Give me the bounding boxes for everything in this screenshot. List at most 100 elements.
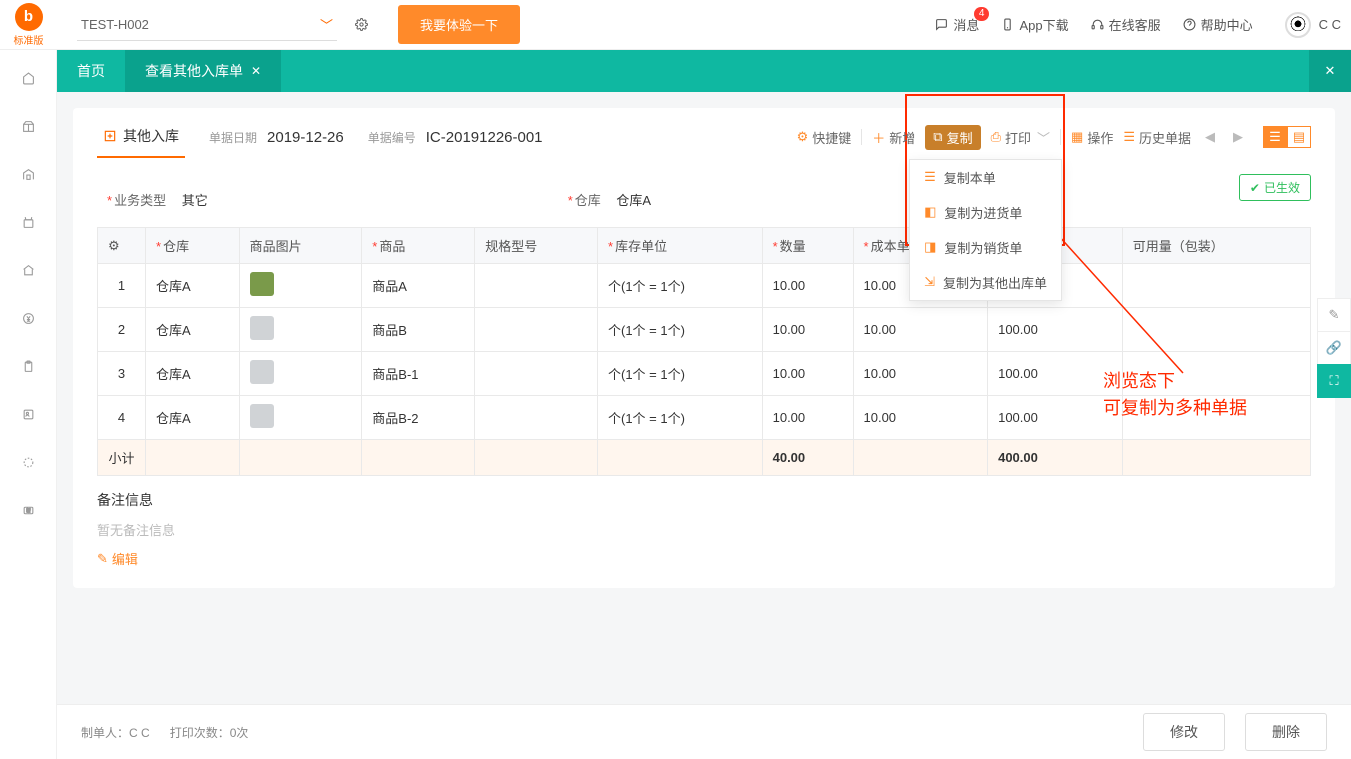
- avatar-icon: [1285, 12, 1311, 38]
- house-icon[interactable]: [18, 260, 38, 280]
- new-icon[interactable]: 新: [18, 500, 38, 520]
- edition-label: 标准版: [14, 32, 44, 47]
- subtotal-amount: 400.00: [988, 440, 1123, 476]
- view-card-button[interactable]: ▤: [1287, 126, 1311, 148]
- row-price: 10.00: [853, 396, 988, 440]
- biz-type-field: *业务类型 其它: [107, 190, 208, 209]
- cycle-icon[interactable]: [18, 452, 38, 472]
- money-icon[interactable]: [18, 308, 38, 328]
- status-badge: ✔ 已生效: [1239, 174, 1311, 201]
- tab-current[interactable]: 查看其他入库单 ✕: [125, 50, 281, 92]
- new-button[interactable]: ＋新增: [872, 128, 915, 147]
- plus-icon: ＋: [872, 128, 885, 147]
- clipboard-icon[interactable]: [18, 356, 38, 376]
- edit-remark-button[interactable]: ✎ 编辑: [97, 549, 1311, 568]
- row-index: 2: [98, 308, 146, 352]
- row-qty: 10.00: [762, 308, 853, 352]
- remark-empty: 暂无备注信息: [97, 520, 1311, 539]
- col-available: 可用量（包装）: [1122, 228, 1310, 264]
- print-button[interactable]: ⎙打印﹀: [991, 128, 1050, 147]
- org-selector[interactable]: TEST-H002 ﹀: [77, 9, 337, 41]
- docno-label: 单据编号: [368, 129, 416, 146]
- tabbar-close-button[interactable]: ✕: [1309, 50, 1351, 92]
- row-unit: 个(1个 = 1个): [598, 264, 763, 308]
- messages-link[interactable]: 消息 4: [935, 15, 979, 34]
- table-row[interactable]: 4仓库A商品B-2个(1个 = 1个)10.0010.00100.00: [98, 396, 1311, 440]
- chevron-down-icon: ﹀: [320, 15, 333, 34]
- row-spec: [475, 308, 598, 352]
- subtotal-row: 小计40.00400.00: [98, 440, 1311, 476]
- row-unit: 个(1个 = 1个): [598, 352, 763, 396]
- app-download-label: App下载: [1019, 15, 1068, 34]
- docno-value: IC-20191226-001: [426, 129, 543, 146]
- row-image: [239, 264, 362, 308]
- print-icon: ⎙: [991, 129, 1001, 145]
- col-unit: *库存单位: [598, 228, 763, 264]
- float-tools: ✎ 🔗 ⛶: [1317, 298, 1351, 397]
- copy-to-purchase-item[interactable]: ◧复制为进货单: [910, 195, 1061, 230]
- gear-icon: ⚙: [797, 129, 809, 145]
- subtotal-label: 小计: [98, 440, 146, 476]
- col-config[interactable]: ⚙: [98, 228, 146, 264]
- row-amount: 100.00: [988, 308, 1123, 352]
- warehouse-icon[interactable]: [18, 164, 38, 184]
- contact-icon[interactable]: [18, 404, 38, 424]
- note-tool-icon[interactable]: ✎: [1317, 298, 1351, 332]
- copy-this-item[interactable]: ☰复制本单: [910, 160, 1061, 195]
- row-avail: [1122, 308, 1310, 352]
- tab-bar: 首页 查看其他入库单 ✕ ✕: [57, 50, 1351, 92]
- row-warehouse: 仓库A: [146, 264, 240, 308]
- settings-icon[interactable]: [355, 18, 368, 31]
- table-row[interactable]: 3仓库A商品B-1个(1个 = 1个)10.0010.00100.00: [98, 352, 1311, 396]
- check-icon: ✔: [1250, 181, 1260, 195]
- bag-icon[interactable]: [18, 212, 38, 232]
- online-service-label: 在线客服: [1109, 15, 1161, 34]
- tab-current-label: 查看其他入库单: [145, 61, 243, 81]
- try-button[interactable]: 我要体验一下: [398, 5, 520, 44]
- user-menu[interactable]: C C: [1285, 12, 1341, 38]
- copy-to-other-out-item[interactable]: ⇲复制为其他出库单: [910, 265, 1061, 300]
- shortcut-label: 快捷键: [812, 128, 851, 147]
- tab-home[interactable]: 首页: [57, 50, 125, 92]
- gift-icon[interactable]: [18, 116, 38, 136]
- sidebar: 新: [0, 50, 57, 759]
- export-icon: ⇲: [924, 274, 935, 290]
- app-download-link[interactable]: App下载: [1001, 15, 1068, 34]
- copy-to-sales-item[interactable]: ◨复制为销货单: [910, 230, 1061, 265]
- view-list-button[interactable]: ☰: [1263, 126, 1287, 148]
- col-spec: 规格型号: [475, 228, 598, 264]
- online-service-link[interactable]: 在线客服: [1091, 15, 1161, 34]
- help-center-link[interactable]: 帮助中心: [1183, 15, 1253, 34]
- row-image: [239, 352, 362, 396]
- close-icon[interactable]: ✕: [251, 64, 261, 78]
- copy-icon: ⧉: [933, 129, 942, 145]
- next-button[interactable]: ▶: [1229, 129, 1247, 145]
- prev-button[interactable]: ◀: [1201, 129, 1219, 145]
- col-warehouse: *仓库: [146, 228, 240, 264]
- copy-button[interactable]: ⧉复制: [925, 125, 980, 150]
- col-product: *商品: [362, 228, 475, 264]
- home-icon[interactable]: [18, 68, 38, 88]
- row-amount: 100.00: [988, 396, 1123, 440]
- row-product: 商品B: [362, 308, 475, 352]
- col-qty: *数量: [762, 228, 853, 264]
- expand-tool-icon[interactable]: ⛶: [1317, 364, 1351, 398]
- operate-button[interactable]: ▦操作: [1071, 128, 1113, 147]
- row-amount: 100.00: [988, 352, 1123, 396]
- modify-button[interactable]: 修改: [1143, 713, 1225, 751]
- row-unit: 个(1个 = 1个): [598, 308, 763, 352]
- page-tab[interactable]: 其他入库: [97, 116, 185, 158]
- product-image-icon: [250, 316, 274, 340]
- history-button[interactable]: ☰历史单据: [1123, 128, 1191, 147]
- table-row[interactable]: 2仓库A商品B个(1个 = 1个)10.0010.00100.00: [98, 308, 1311, 352]
- table-row[interactable]: 1仓库A商品A个(1个 = 1个)10.0010.00100.00: [98, 264, 1311, 308]
- row-index: 3: [98, 352, 146, 396]
- link-tool-icon[interactable]: 🔗: [1317, 331, 1351, 365]
- brand-logo[interactable]: b 标准版: [0, 3, 57, 47]
- top-header: b 标准版 TEST-H002 ﹀ 我要体验一下 消息 4 App下载 在线客服: [0, 0, 1351, 50]
- row-warehouse: 仓库A: [146, 352, 240, 396]
- shortcut-button[interactable]: ⚙快捷键: [797, 128, 852, 147]
- org-value: TEST-H002: [81, 17, 149, 32]
- delete-button[interactable]: 删除: [1245, 713, 1327, 751]
- row-spec: [475, 396, 598, 440]
